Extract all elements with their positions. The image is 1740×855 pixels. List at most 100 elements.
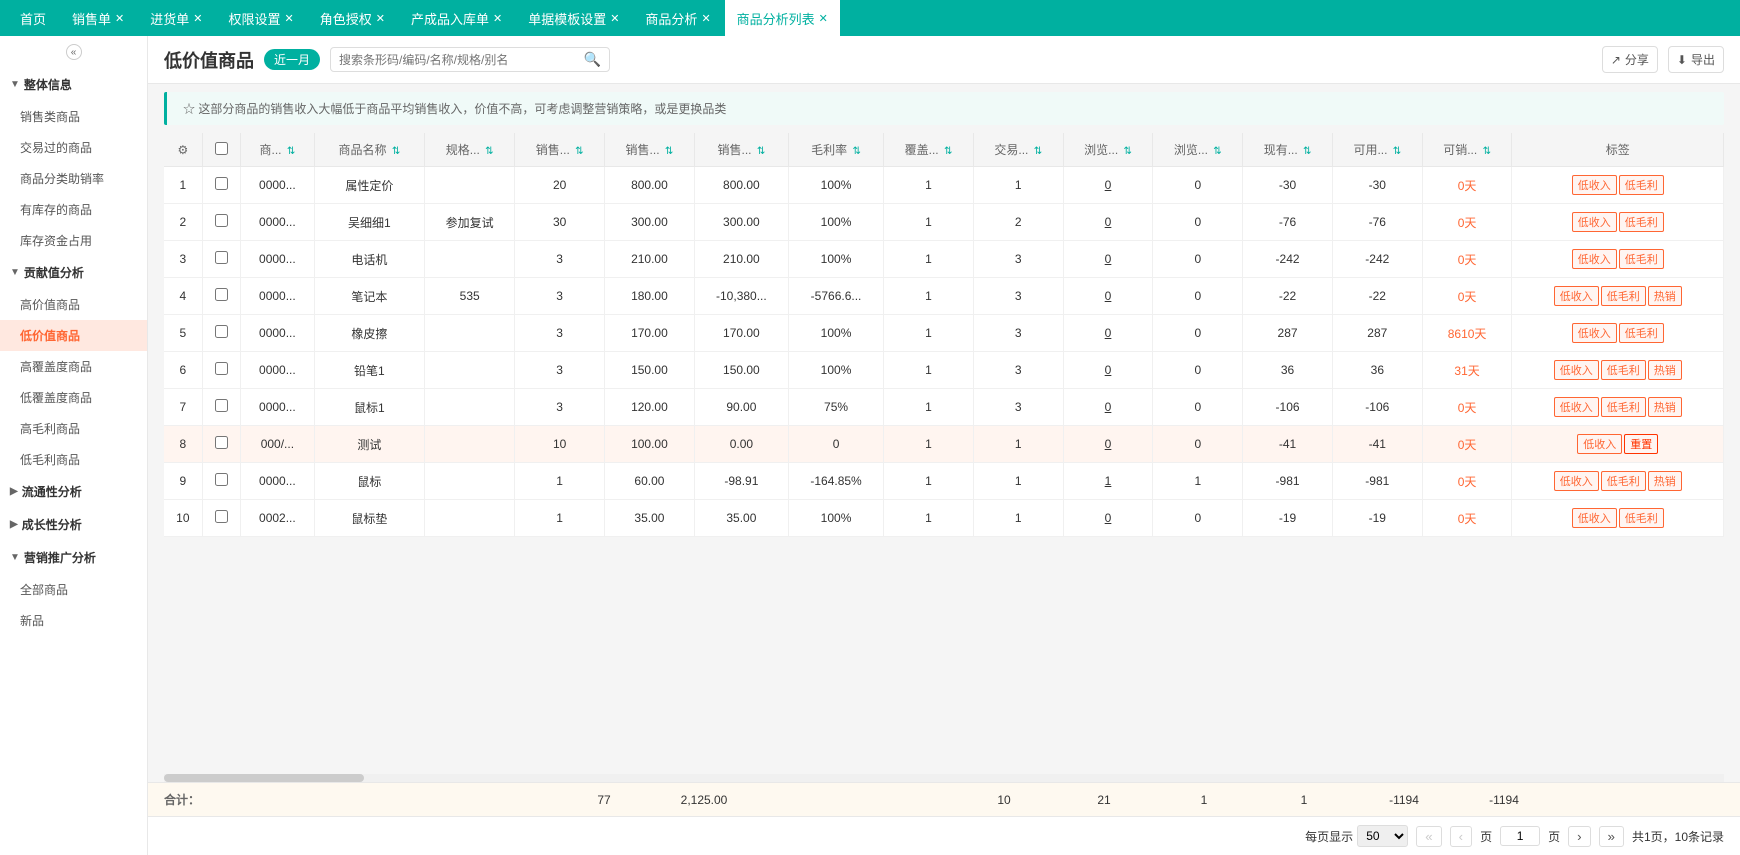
select-all-checkbox[interactable] (215, 142, 228, 155)
nav-product-analysis[interactable]: 商品分析 ✕ (633, 0, 722, 36)
sidebar-item-high-coverage[interactable]: 高覆盖度商品 (0, 351, 147, 382)
cell-browse1[interactable]: 0 (1063, 352, 1153, 389)
nav-permission[interactable]: 权限设置 ✕ (216, 0, 305, 36)
cell-checkbox[interactable] (202, 167, 240, 204)
cell-checkbox[interactable] (202, 241, 240, 278)
cell-checkbox[interactable] (202, 204, 240, 241)
col-settings[interactable]: ⚙ (164, 133, 202, 167)
browse-link[interactable]: 0 (1105, 363, 1112, 377)
row-checkbox[interactable] (215, 362, 228, 375)
sidebar-group-flow[interactable]: ▶ 流通性分析 (0, 475, 147, 508)
col-gross[interactable]: 毛利率 ⇅ (788, 133, 883, 167)
share-button[interactable]: ↗ 分享 (1602, 46, 1658, 73)
browse-link[interactable]: 0 (1105, 326, 1112, 340)
nav-close-finished-goods[interactable]: ✕ (493, 12, 502, 25)
col-trade[interactable]: 交易... ⇅ (973, 133, 1063, 167)
sidebar-item-category-rate[interactable]: 商品分类助销率 (0, 163, 147, 194)
col-spec[interactable]: 规格... ⇅ (425, 133, 515, 167)
col-days[interactable]: 可销... ⇅ (1422, 133, 1512, 167)
col-name[interactable]: 商品名称 ⇅ (314, 133, 424, 167)
page-number-input[interactable] (1500, 826, 1540, 846)
row-checkbox[interactable] (215, 473, 228, 486)
browse-link[interactable]: 0 (1105, 252, 1112, 266)
sidebar-item-traded-products[interactable]: 交易过的商品 (0, 132, 147, 163)
cell-checkbox[interactable] (202, 278, 240, 315)
nav-product-analysis-list[interactable]: 商品分析列表 ✕ (725, 0, 840, 36)
cell-browse1[interactable]: 1 (1063, 463, 1153, 500)
row-checkbox[interactable] (215, 214, 228, 227)
cell-checkbox[interactable] (202, 352, 240, 389)
prev-page-button[interactable]: ‹ (1450, 826, 1472, 847)
browse-link[interactable]: 0 (1105, 178, 1112, 192)
browse-link[interactable]: 0 (1105, 511, 1112, 525)
sidebar-group-growth[interactable]: ▶ 成长性分析 (0, 508, 147, 541)
sidebar-collapse-button[interactable]: « (66, 44, 82, 60)
sidebar-group-contribution[interactable]: ▼ 贡献值分析 (0, 256, 147, 289)
col-browse2[interactable]: 浏览... ⇅ (1153, 133, 1243, 167)
col-browse1[interactable]: 浏览... ⇅ (1063, 133, 1153, 167)
sidebar-item-sales-products[interactable]: 销售类商品 (0, 101, 147, 132)
browse-link[interactable]: 1 (1105, 474, 1112, 488)
cell-browse1[interactable]: 0 (1063, 500, 1153, 537)
col-sale1[interactable]: 销售... ⇅ (605, 133, 695, 167)
nav-close-permission[interactable]: ✕ (285, 12, 294, 25)
nav-sales[interactable]: 销售单 ✕ (60, 0, 136, 36)
nav-close-product-analysis-list[interactable]: ✕ (819, 12, 828, 25)
row-checkbox[interactable] (215, 288, 228, 301)
browse-link[interactable]: 0 (1105, 400, 1112, 414)
sidebar-group-overall[interactable]: ▼ 整体信息 (0, 68, 147, 101)
sidebar-item-low-coverage[interactable]: 低覆盖度商品 (0, 382, 147, 413)
sidebar-item-high-margin[interactable]: 高毛利商品 (0, 413, 147, 444)
row-checkbox[interactable] (215, 251, 228, 264)
sidebar-item-low-margin[interactable]: 低毛利商品 (0, 444, 147, 475)
col-code[interactable]: 商... ⇅ (241, 133, 314, 167)
nav-purchase[interactable]: 进货单 ✕ (138, 0, 214, 36)
export-button[interactable]: ⬇ 导出 (1668, 46, 1724, 73)
last-page-button[interactable]: » (1599, 826, 1624, 847)
browse-link[interactable]: 0 (1105, 437, 1112, 451)
cell-checkbox[interactable] (202, 463, 240, 500)
cell-browse1[interactable]: 0 (1063, 278, 1153, 315)
col-sale2[interactable]: 销售... ⇅ (694, 133, 788, 167)
next-page-button[interactable]: › (1568, 826, 1590, 847)
horizontal-scrollbar[interactable] (164, 774, 1724, 782)
search-icon[interactable]: 🔍 (584, 51, 601, 68)
first-page-button[interactable]: « (1416, 826, 1441, 847)
col-qty[interactable]: 销售... ⇅ (515, 133, 605, 167)
cell-browse1[interactable]: 0 (1063, 204, 1153, 241)
browse-link[interactable]: 0 (1105, 215, 1112, 229)
nav-close-template-settings[interactable]: ✕ (610, 12, 619, 25)
cell-browse1[interactable]: 0 (1063, 241, 1153, 278)
col-cover[interactable]: 覆盖... ⇅ (884, 133, 974, 167)
cell-checkbox[interactable] (202, 315, 240, 352)
sidebar-item-low-value[interactable]: 低价值商品 (0, 320, 147, 351)
col-avail[interactable]: 可用... ⇅ (1332, 133, 1422, 167)
nav-role-auth[interactable]: 角色授权 ✕ (308, 0, 397, 36)
col-stock[interactable]: 现有... ⇅ (1243, 133, 1333, 167)
page-size-select[interactable]: 50 100 (1357, 825, 1408, 847)
sidebar-item-new-products[interactable]: 新品 (0, 605, 147, 636)
nav-close-role-auth[interactable]: ✕ (376, 12, 385, 25)
row-checkbox[interactable] (215, 436, 228, 449)
nav-finished-goods[interactable]: 产成品入库单 ✕ (399, 0, 514, 36)
cell-browse1[interactable]: 0 (1063, 426, 1153, 463)
search-input[interactable] (339, 53, 584, 67)
sidebar-item-stock-funds[interactable]: 库存资金占用 (0, 225, 147, 256)
settings-icon[interactable]: ⚙ (177, 143, 188, 157)
cell-browse1[interactable]: 0 (1063, 389, 1153, 426)
row-checkbox[interactable] (215, 177, 228, 190)
col-checkbox[interactable] (202, 133, 240, 167)
cell-browse1[interactable]: 0 (1063, 315, 1153, 352)
row-checkbox[interactable] (215, 399, 228, 412)
cell-checkbox[interactable] (202, 426, 240, 463)
row-checkbox[interactable] (215, 510, 228, 523)
scrollbar-thumb[interactable] (164, 774, 364, 782)
nav-close-product-analysis[interactable]: ✕ (701, 12, 710, 25)
cell-browse1[interactable]: 0 (1063, 167, 1153, 204)
sidebar-item-all-products[interactable]: 全部商品 (0, 574, 147, 605)
nav-close-purchase[interactable]: ✕ (193, 12, 202, 25)
sidebar-item-high-value[interactable]: 高价值商品 (0, 289, 147, 320)
cell-checkbox[interactable] (202, 389, 240, 426)
browse-link[interactable]: 0 (1105, 289, 1112, 303)
nav-home[interactable]: 首页 (8, 0, 58, 36)
